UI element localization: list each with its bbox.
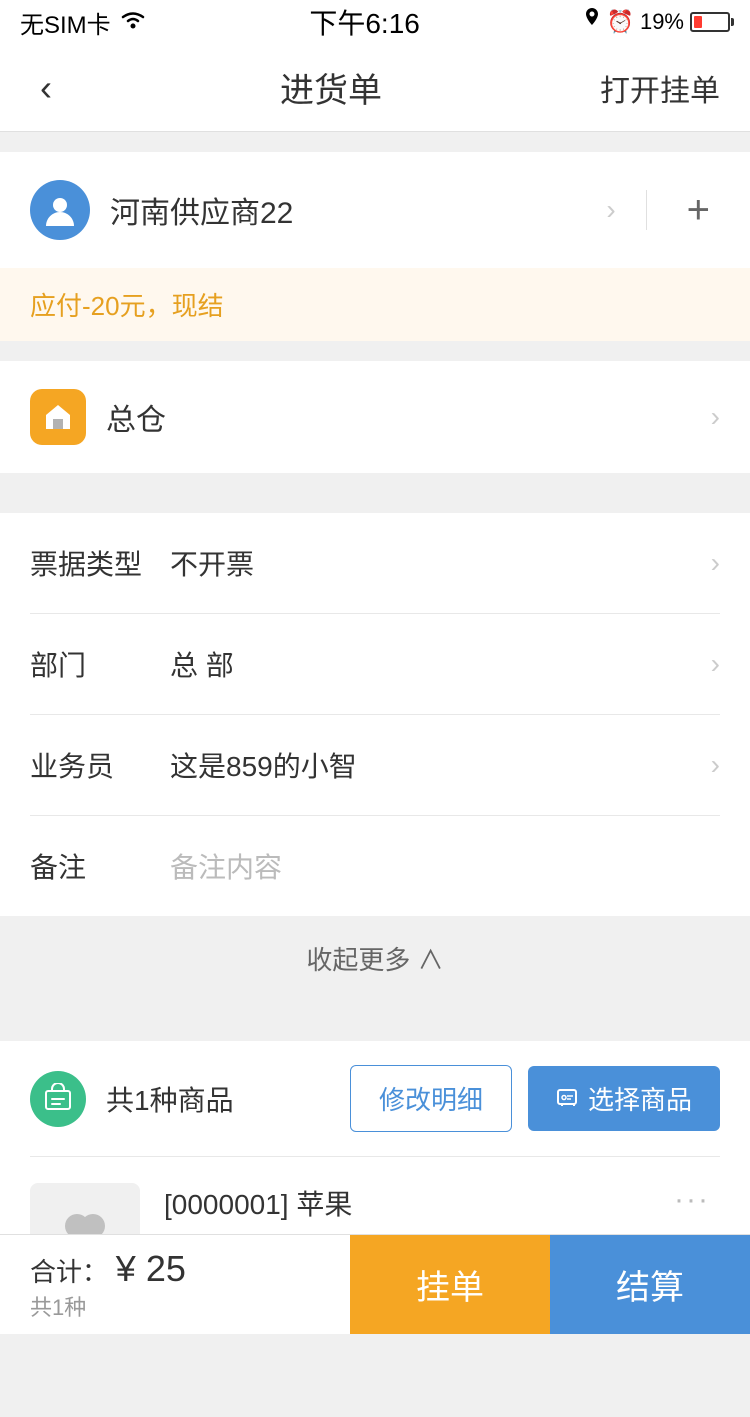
checkout-button[interactable]: 结算	[550, 1235, 750, 1334]
supplier-avatar	[30, 180, 90, 240]
back-button[interactable]: ‹	[30, 57, 62, 119]
battery-icon	[690, 12, 730, 32]
warehouse-chevron: ›	[711, 401, 720, 433]
products-header: 共1种商品 修改明细 选择商品	[0, 1041, 750, 1156]
select-product-button[interactable]: 选择商品	[528, 1066, 720, 1131]
salesman-row[interactable]: 业务员 这是859的小智 ›	[0, 715, 750, 815]
total-label: 合计：	[30, 1257, 108, 1287]
products-icon	[30, 1071, 86, 1127]
more-button[interactable]: ···	[664, 1183, 720, 1217]
supplier-section: 河南供应商22 › + 应付-20元，现结	[0, 152, 750, 341]
status-time: 下午6:16	[309, 2, 420, 42]
divider-1	[0, 132, 750, 152]
salesman-value: 这是859的小智	[170, 745, 711, 785]
invoice-chevron: ›	[711, 547, 720, 579]
supplier-row[interactable]: 河南供应商22 › +	[0, 152, 750, 268]
warehouse-section: 总仓 ›	[0, 361, 750, 473]
location-icon	[583, 8, 601, 36]
total-section: 合计： ¥ 25 共1种	[0, 1235, 350, 1334]
salesman-label: 业务员	[30, 745, 170, 785]
divider-2	[0, 473, 750, 493]
total-count: 共1种	[30, 1290, 320, 1322]
wifi-icon	[119, 8, 147, 37]
hang-button[interactable]: 挂单	[350, 1235, 550, 1334]
vertical-divider	[646, 190, 647, 230]
alarm-icon: ⏰	[607, 9, 634, 35]
remark-input[interactable]: 备注内容	[170, 846, 720, 886]
chevron-icon: ›	[606, 194, 615, 226]
supplier-name: 河南供应商22	[110, 188, 606, 232]
dept-label: 部门	[30, 644, 170, 684]
product-name: [0000001] 苹果	[164, 1183, 664, 1223]
status-right: ⏰ 19%	[583, 8, 730, 36]
select-product-label: 选择商品	[588, 1080, 692, 1117]
battery-percent: 19%	[640, 9, 684, 35]
dept-chevron: ›	[711, 648, 720, 680]
remark-row[interactable]: 备注 备注内容	[0, 816, 750, 916]
supplier-right: › +	[606, 188, 720, 233]
status-carrier: 无SIM卡	[20, 5, 147, 40]
warehouse-name: 总仓	[106, 395, 711, 439]
divider-3	[0, 1001, 750, 1021]
open-pending-button[interactable]: 打开挂单	[600, 66, 720, 110]
total-amount: ¥ 25	[116, 1248, 186, 1289]
invoice-row[interactable]: 票据类型 不开票 ›	[0, 513, 750, 613]
dept-value: 总 部	[170, 644, 711, 684]
nav-bar: ‹ 进货单 打开挂单	[0, 44, 750, 132]
notice-bar: 应付-20元，现结	[0, 268, 750, 341]
page-title: 进货单	[280, 63, 382, 112]
product-divider	[30, 1156, 720, 1157]
collapse-label: 收起更多 ∧	[306, 945, 443, 975]
dept-row[interactable]: 部门 总 部 ›	[0, 614, 750, 714]
salesman-chevron: ›	[711, 749, 720, 781]
notice-text: 应付-20元，现结	[30, 291, 224, 321]
form-section: 票据类型 不开票 › 部门 总 部 › 业务员 这是859的小智 › 备注 备注…	[0, 513, 750, 916]
add-button[interactable]: +	[677, 188, 720, 233]
total-line: 合计： ¥ 25	[30, 1248, 320, 1290]
warehouse-row[interactable]: 总仓 ›	[0, 361, 750, 473]
products-count: 共1种商品	[106, 1079, 350, 1119]
edit-detail-button[interactable]: 修改明细	[350, 1065, 512, 1132]
carrier-text: 无SIM卡	[20, 5, 111, 40]
collapse-button[interactable]: 收起更多 ∧	[0, 916, 750, 1001]
bottom-bar: 合计： ¥ 25 共1种 挂单 结算	[0, 1234, 750, 1334]
status-bar: 无SIM卡 下午6:16 ⏰ 19%	[0, 0, 750, 44]
invoice-value: 不开票	[170, 543, 711, 583]
warehouse-icon	[30, 389, 86, 445]
invoice-label: 票据类型	[30, 543, 170, 583]
remark-label: 备注	[30, 846, 170, 886]
